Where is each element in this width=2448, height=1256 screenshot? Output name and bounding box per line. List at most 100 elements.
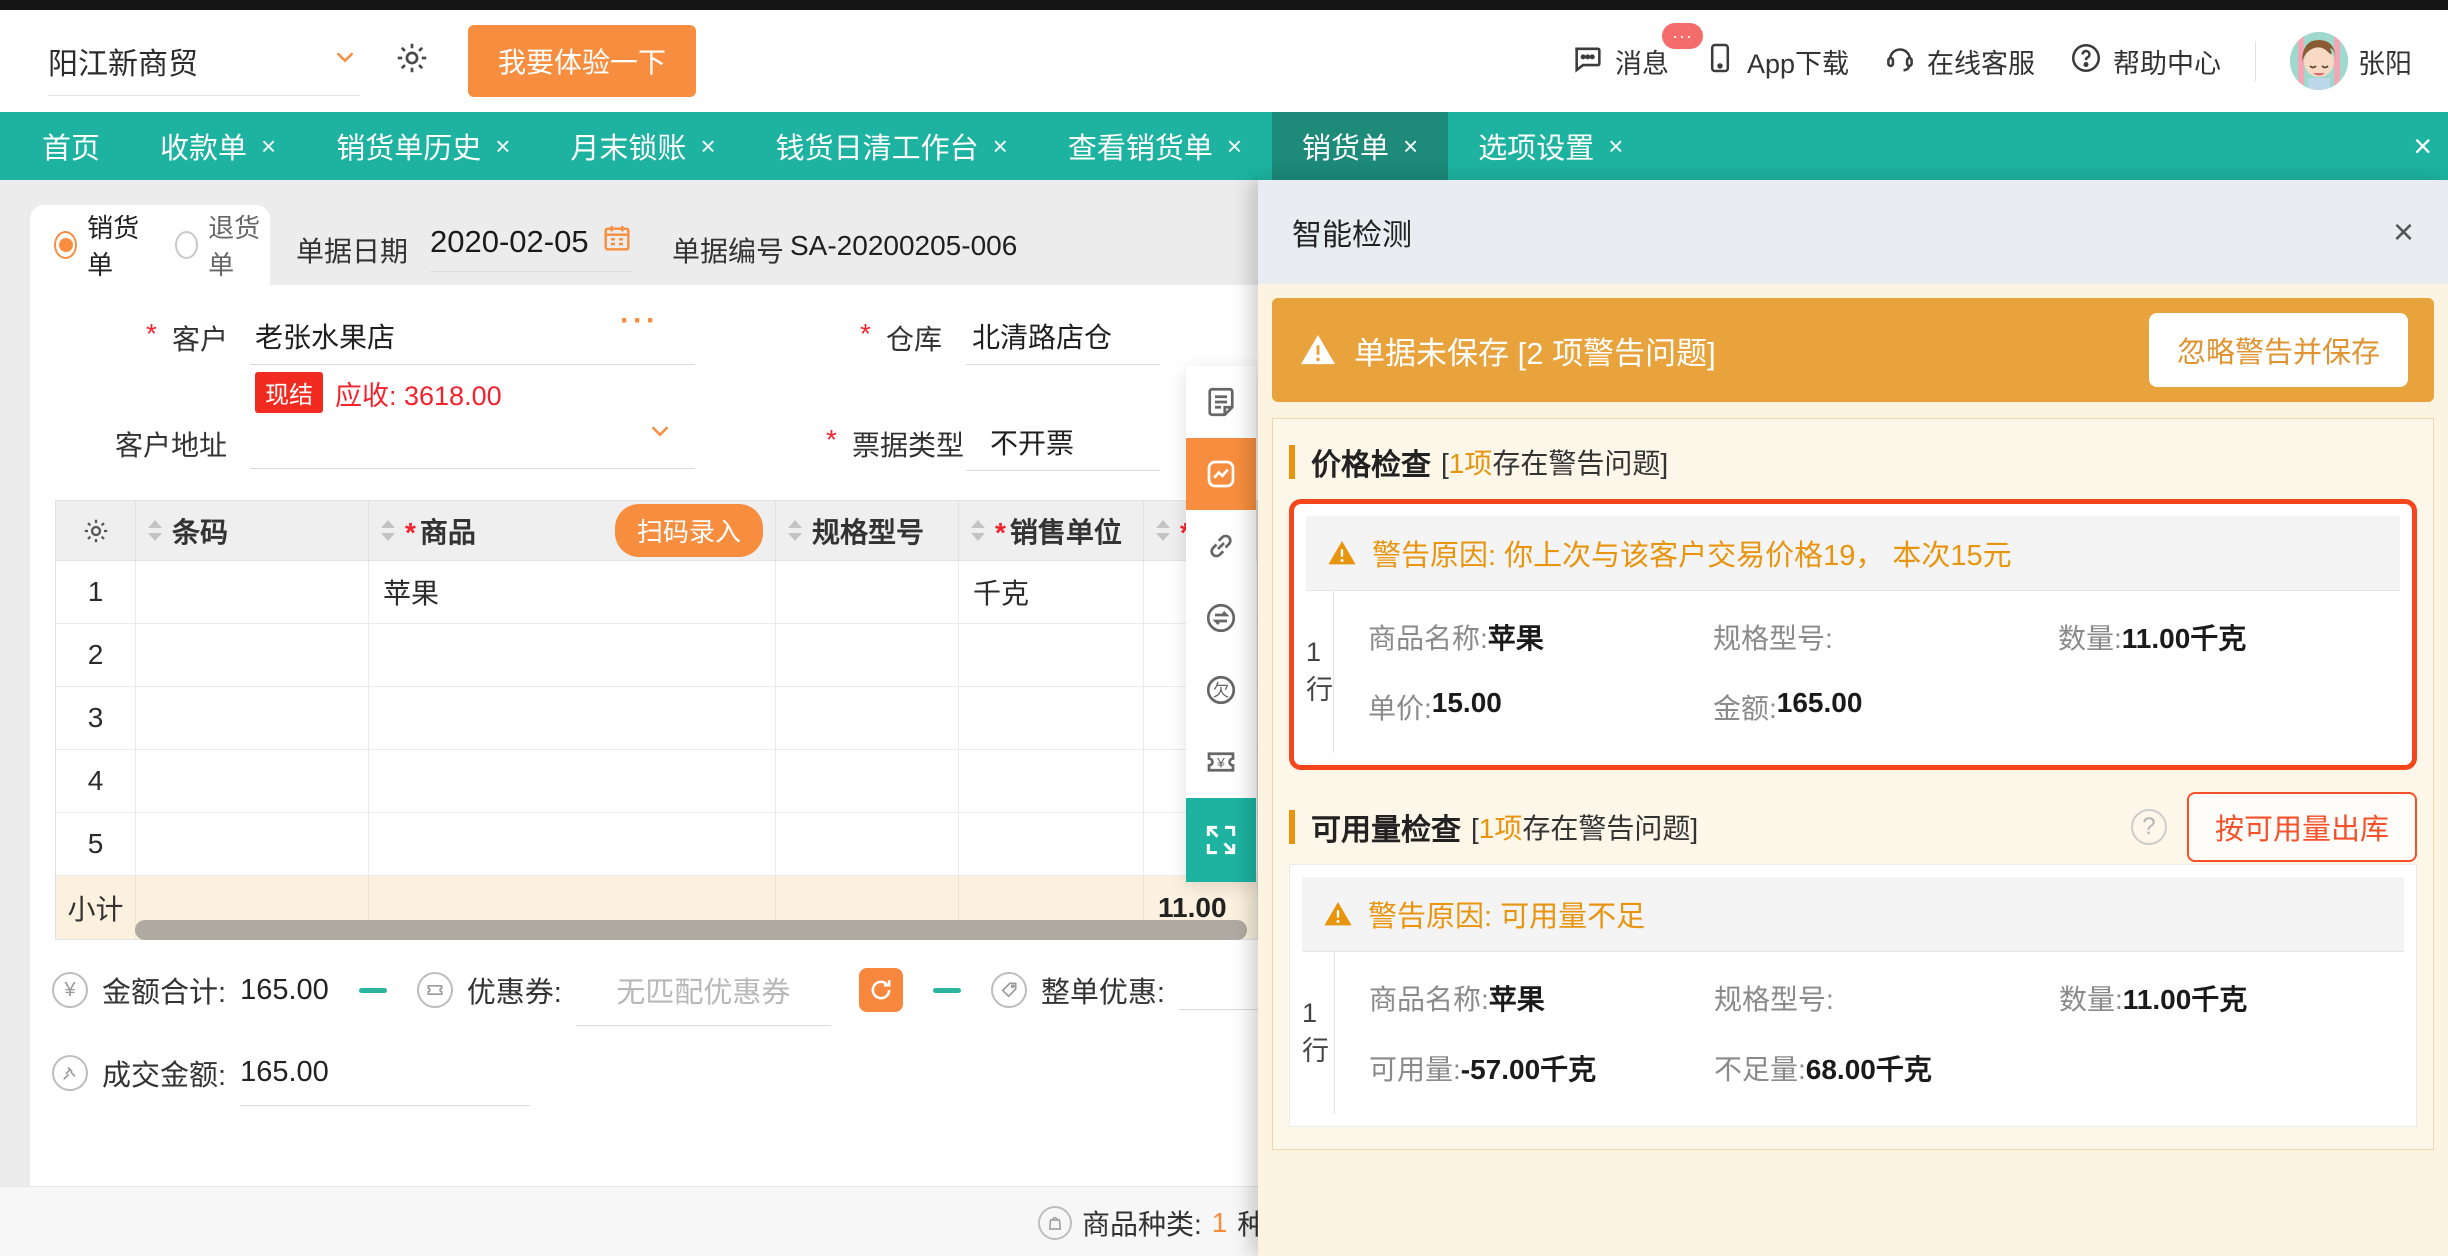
experience-button[interactable]: 我要体验一下 — [468, 25, 697, 97]
settlement-badge: 现结 — [255, 372, 323, 413]
notes-icon[interactable] — [1186, 366, 1256, 438]
cell-spec[interactable] — [776, 624, 959, 687]
app-download-menu[interactable]: App下载 — [1703, 41, 1849, 82]
dash-divider — [358, 987, 387, 993]
close-icon[interactable]: × — [495, 131, 510, 162]
tab-receipt[interactable]: 收款单 × — [130, 112, 306, 180]
check-detail-row: 1行 商品名称: 苹果 规格型号: 数量: 11.00千克 可用量: -57.0… — [1302, 951, 2404, 1114]
cell-unit[interactable] — [959, 624, 1144, 687]
cell-product[interactable] — [369, 750, 776, 813]
cell-product[interactable]: 苹果 — [369, 561, 776, 624]
tab-month-lock[interactable]: 月末锁账 × — [540, 112, 745, 180]
header-divider — [2255, 41, 2256, 81]
tab-home[interactable]: 首页 — [12, 112, 130, 180]
grid-settings-gear-icon[interactable] — [56, 501, 136, 561]
cell-spec[interactable] — [776, 687, 959, 750]
smart-check-panel: 智能检测 × 单据未保存 [2 项警告问题] 忽略警告并保存 价格检查 [1项存… — [1258, 180, 2448, 1256]
close-icon[interactable]: × — [261, 131, 276, 162]
svg-text:欠: 欠 — [1213, 681, 1230, 700]
close-icon[interactable]: × — [1608, 131, 1623, 162]
cell-unit[interactable]: 千克 — [959, 561, 1144, 624]
coupon-input[interactable]: 无匹配优惠券 — [575, 969, 831, 1026]
radio-return-order[interactable]: 退货单 — [175, 208, 270, 282]
required-star: * — [405, 516, 416, 548]
invoice-value[interactable]: 不开票 — [990, 422, 1074, 462]
tab-option-settings[interactable]: 选项设置 × — [1448, 112, 1653, 180]
cell-unit[interactable] — [959, 687, 1144, 750]
chevron-down-icon[interactable] — [645, 416, 675, 453]
sort-icon[interactable] — [1156, 520, 1170, 541]
tab-sales-order[interactable]: 销货单 × — [1272, 112, 1449, 180]
cell-barcode[interactable] — [136, 813, 369, 876]
tab-view-sales-order[interactable]: 查看销货单 × — [1038, 112, 1272, 180]
tab-sales-history[interactable]: 销货单历史 × — [306, 112, 540, 180]
cell-spec[interactable] — [776, 561, 959, 624]
col-header-spec[interactable]: 规格型号 — [776, 501, 959, 561]
warehouse-value[interactable]: 北清路店仓 — [972, 316, 1112, 356]
col-header-barcode[interactable]: 条码 — [136, 501, 369, 561]
refresh-coupon-button[interactable] — [858, 968, 903, 1012]
help-center-menu[interactable]: 帮助中心 — [2069, 41, 2221, 82]
sort-icon[interactable] — [381, 520, 395, 541]
date-field[interactable]: 2020-02-05 — [430, 222, 633, 272]
cell-barcode[interactable] — [136, 750, 369, 813]
online-service-menu[interactable]: 在线客服 — [1883, 41, 2035, 82]
availability-check-box: 警告原因: 可用量不足 1行 商品名称: 苹果 规格型号: 数量: 11.00千… — [1289, 864, 2417, 1127]
close-icon[interactable]: × — [1403, 131, 1418, 162]
scan-entry-button[interactable]: 扫码录入 — [614, 504, 763, 557]
smart-check-icon[interactable] — [1186, 438, 1256, 510]
panel-title: 智能检测 — [1292, 219, 1412, 252]
tabbar-close-icon[interactable]: × — [2413, 112, 2432, 180]
messages-badge: ··· — [1661, 22, 1703, 49]
cell-spec[interactable] — [776, 813, 959, 876]
messages-menu[interactable]: 消息 ··· — [1571, 22, 1703, 82]
warning-row: 警告原因: 你上次与该客户交易价格19， 本次15元 — [1306, 516, 2400, 590]
close-icon[interactable]: × — [993, 131, 1008, 162]
owe-icon[interactable]: 欠 — [1186, 654, 1256, 726]
help-icon[interactable]: ? — [2130, 809, 2167, 845]
cell-barcode[interactable] — [136, 561, 369, 624]
cell-product[interactable] — [369, 687, 776, 750]
date-label: 单据日期 — [296, 236, 409, 267]
close-icon[interactable]: × — [700, 131, 715, 162]
cell-barcode[interactable] — [136, 687, 369, 750]
customer-value[interactable]: 老张水果店 — [255, 316, 395, 356]
address-underline[interactable] — [250, 468, 695, 469]
horizontal-scrollbar[interactable] — [135, 920, 1247, 940]
col-header-unit[interactable]: * 销售单位 — [959, 501, 1144, 561]
cell-barcode[interactable] — [136, 624, 369, 687]
customer-more-icon[interactable]: ··· — [620, 304, 659, 338]
panel-close-icon[interactable]: × — [2393, 211, 2414, 253]
tab-daily-workbench[interactable]: 钱货日清工作台 × — [746, 112, 1038, 180]
close-icon[interactable]: × — [1227, 131, 1242, 162]
warning-reason: 警告原因: 你上次与该客户交易价格19， 本次15元 — [1372, 540, 2012, 572]
col-header-product[interactable]: * 商品 扫码录入 — [369, 501, 776, 561]
question-circle-icon — [2069, 41, 2103, 82]
number-value: SA-20200205-006 — [790, 230, 1018, 261]
row-number: 4 — [56, 750, 136, 813]
sort-icon[interactable] — [788, 520, 802, 541]
receivable-amount: 应收: 3618.00 — [335, 381, 502, 411]
user-menu[interactable]: 张阳 — [2290, 32, 2412, 90]
sort-icon[interactable] — [971, 520, 985, 541]
exchange-icon[interactable] — [1186, 582, 1256, 654]
company-selector[interactable]: 阳江新商贸 — [48, 26, 360, 96]
cell-product[interactable] — [369, 813, 776, 876]
cell-unit[interactable] — [959, 750, 1144, 813]
coupon-icon[interactable]: ¥ — [1186, 726, 1256, 798]
ignore-and-save-button[interactable]: 忽略警告并保存 — [2148, 313, 2408, 387]
availability-check-title: 可用量检查 [1项存在警告问题] ? 按可用量出库 — [1289, 792, 2417, 862]
link-icon[interactable] — [1186, 510, 1256, 582]
ship-by-available-button[interactable]: 按可用量出库 — [2186, 792, 2417, 862]
radio-sales-order[interactable]: 销货单 — [54, 208, 149, 282]
gear-icon[interactable] — [394, 40, 430, 83]
cell-product[interactable] — [369, 624, 776, 687]
cell-spec[interactable] — [776, 750, 959, 813]
grid-row-1: 1 苹果 千克 — [56, 561, 1257, 624]
window-top-strip — [0, 0, 2448, 10]
messages-label: 消息 — [1614, 48, 1669, 79]
expand-icon[interactable] — [1186, 798, 1256, 882]
sort-icon[interactable] — [148, 520, 162, 541]
cell-unit[interactable] — [959, 813, 1144, 876]
final-label: 成交金额: — [102, 1060, 227, 1092]
